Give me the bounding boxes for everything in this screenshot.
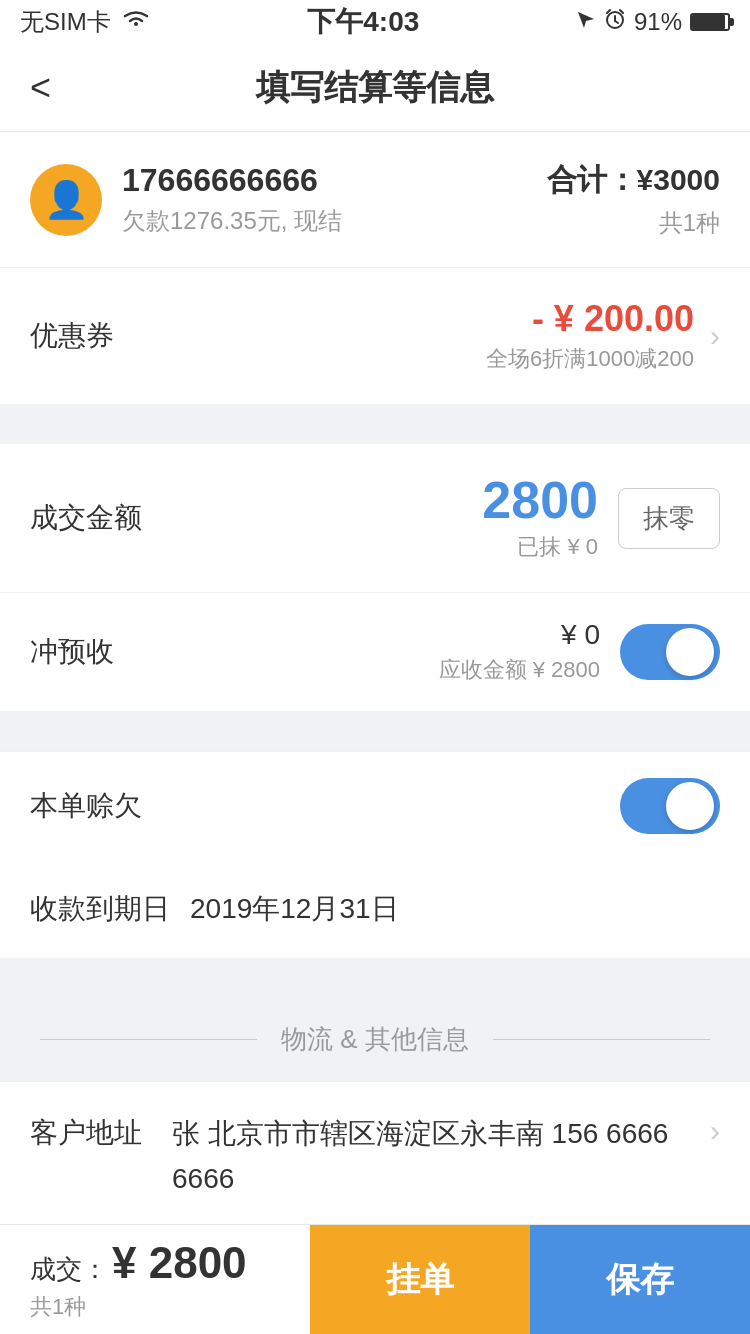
prepay-value: ¥ 0 <box>439 619 600 651</box>
avatar-icon: 👤 <box>44 179 89 221</box>
section-line-right <box>493 1039 710 1040</box>
prepay-sub: 应收金额 ¥ 2800 <box>439 655 600 685</box>
user-row: 👤 17666666666 欠款1276.35元, 现结 合计：¥3000 共1… <box>0 132 750 267</box>
user-sub: 欠款1276.35元, 现结 <box>122 205 547 237</box>
status-left: 无SIM卡 <box>20 6 151 38</box>
amount-row: 成交金额 2800 已抹 ¥ 0 抹零 <box>0 444 750 592</box>
divider-1 <box>0 424 750 444</box>
amount-right: 2800 已抹 ¥ 0 抹零 <box>142 474 720 562</box>
user-card: 👤 17666666666 欠款1276.35元, 现结 合计：¥3000 共1… <box>0 132 750 404</box>
bottom-summary: 成交： ¥ 2800 共1种 <box>0 1238 310 1322</box>
bottom-bar: 成交： ¥ 2800 共1种 挂单 保存 <box>0 1224 750 1334</box>
divider-2 <box>0 731 750 751</box>
date-value: 2019年12月31日 <box>190 890 399 928</box>
section-line-left <box>40 1039 257 1040</box>
status-bar: 无SIM卡 下午4:03 91% <box>0 0 750 44</box>
coupon-sub: 全场6折满1000减200 <box>114 344 694 374</box>
coupon-row[interactable]: 优惠券 - ¥ 200.00 全场6折满1000减200 › <box>0 267 750 404</box>
address-label: 客户地址 <box>30 1114 142 1152</box>
user-phone: 17666666666 <box>122 162 547 199</box>
time-display: 下午4:03 <box>307 3 419 41</box>
debt-right <box>142 778 720 834</box>
amount-section: 成交金额 2800 已抹 ¥ 0 抹零 冲预收 ¥ 0 应收金额 ¥ 2800 <box>0 444 750 711</box>
nav-bar: < 填写结算等信息 <box>0 44 750 132</box>
round-zero-button[interactable]: 抹零 <box>618 488 720 549</box>
prepay-toggle-knob <box>666 628 714 676</box>
debt-section: 本单赊欠 收款到期日 2019年12月31日 <box>0 751 750 958</box>
bottom-sub-label: 共1种 <box>30 1292 280 1322</box>
total-amount: 合计：¥3000 <box>547 160 720 201</box>
debt-row: 本单赊欠 <box>0 751 750 860</box>
coupon-amount: - ¥ 200.00 <box>114 298 694 340</box>
coupon-label: 优惠券 <box>30 317 114 355</box>
date-label: 收款到期日 <box>30 890 170 928</box>
section-label-row: 物流 & 其他信息 <box>0 998 750 1081</box>
amount-sub: 已抹 ¥ 0 <box>482 532 598 562</box>
content: 👤 17666666666 欠款1276.35元, 现结 合计：¥3000 共1… <box>0 132 750 1334</box>
wifi-icon <box>121 8 151 36</box>
coupon-arrow-icon: › <box>710 319 720 353</box>
user-total: 合计：¥3000 共1种 <box>547 160 720 239</box>
debt-toggle-knob <box>666 782 714 830</box>
amount-label: 成交金额 <box>30 499 142 537</box>
alarm-icon <box>604 8 626 36</box>
total-kind: 共1种 <box>547 207 720 239</box>
battery-percentage: 91% <box>634 8 682 36</box>
debt-label: 本单赊欠 <box>30 787 142 825</box>
debt-toggle[interactable] <box>620 778 720 834</box>
svg-line-2 <box>615 21 618 23</box>
divider-3 <box>0 978 750 998</box>
svg-line-3 <box>607 10 610 13</box>
date-row: 收款到期日 2019年12月31日 <box>0 860 750 958</box>
prepay-row: 冲预收 ¥ 0 应收金额 ¥ 2800 <box>0 592 750 711</box>
prepay-right: ¥ 0 应收金额 ¥ 2800 <box>114 619 720 685</box>
address-arrow-icon: › <box>710 1114 720 1148</box>
hang-order-button[interactable]: 挂单 <box>310 1225 530 1334</box>
svg-line-4 <box>620 10 623 13</box>
prepay-toggle[interactable] <box>620 624 720 680</box>
page-title: 填写结算等信息 <box>256 65 494 111</box>
save-button[interactable]: 保存 <box>530 1225 750 1334</box>
logistics-section: 客户地址 张 北京市市辖区海淀区永丰南 156 6666 6666 › <box>0 1081 750 1232</box>
bottom-title-label: 成交： <box>30 1252 108 1287</box>
bottom-amount: ¥ 2800 <box>112 1238 247 1288</box>
user-info: 17666666666 欠款1276.35元, 现结 <box>122 162 547 237</box>
prepay-label: 冲预收 <box>30 633 114 671</box>
prepay-value-area: ¥ 0 应收金额 ¥ 2800 <box>439 619 600 685</box>
avatar: 👤 <box>30 164 102 236</box>
carrier-text: 无SIM卡 <box>20 6 111 38</box>
amount-big: 2800 <box>482 474 598 526</box>
amount-number-area: 2800 已抹 ¥ 0 <box>482 474 598 562</box>
back-button[interactable]: < <box>30 67 51 109</box>
address-row[interactable]: 客户地址 张 北京市市辖区海淀区永丰南 156 6666 6666 › <box>0 1081 750 1232</box>
coupon-value-area: - ¥ 200.00 全场6折满1000减200 <box>114 298 694 374</box>
location-icon <box>576 8 596 36</box>
battery-icon <box>690 13 730 31</box>
section-label-text: 物流 & 其他信息 <box>257 1022 493 1057</box>
status-right: 91% <box>576 8 730 36</box>
bottom-actions: 挂单 保存 <box>310 1225 750 1334</box>
address-value: 张 北京市市辖区海淀区永丰南 156 6666 6666 <box>172 1112 694 1202</box>
